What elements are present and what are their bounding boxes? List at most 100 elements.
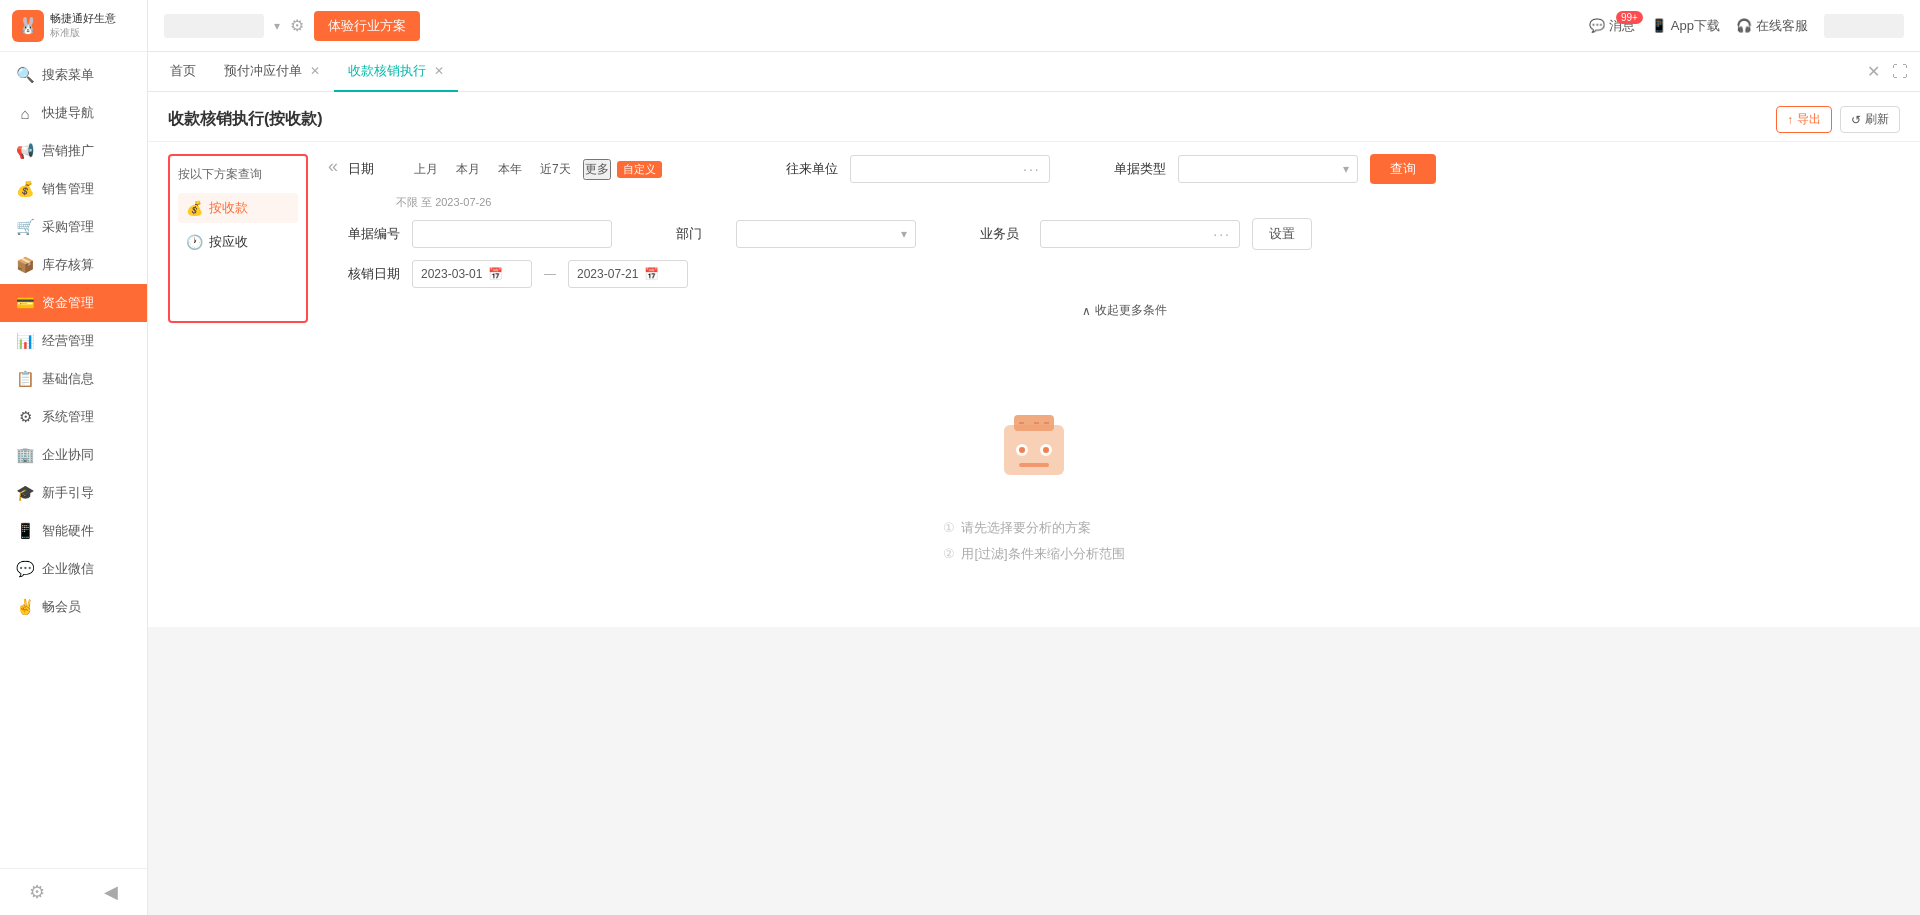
doc-type-label: 单据类型: [1114, 160, 1166, 178]
tabbar: 首页 预付冲应付单 ✕ 收款核销执行 ✕ ✕ ⛶: [148, 52, 1920, 92]
page-title: 收款核销执行(按收款): [168, 109, 323, 130]
logo-text: 畅捷通好生意 标准版: [50, 11, 116, 39]
sidebar-item-guide[interactable]: 🎓 新手引导: [0, 474, 147, 512]
empty-hint-2: ② 用[过滤]条件来缩小分析范围: [943, 541, 1124, 567]
tabbar-actions: ✕ ⛶: [1863, 62, 1912, 81]
date-unlimited-text: 不限 至 2023-07-26: [396, 194, 1900, 210]
logo-icon: 🐰: [12, 10, 44, 42]
member-icon: ✌: [16, 598, 34, 616]
refresh-button[interactable]: ↺ 刷新: [1840, 106, 1900, 133]
topbar-gear-icon[interactable]: ⚙: [290, 16, 304, 35]
sidebar-item-sales[interactable]: 💰 销售管理: [0, 170, 147, 208]
filter-row-1: 日期 上月 本月 本年 近7天 更多 自定义 往来单位 ···: [348, 154, 1900, 184]
doc-no-input[interactable]: [412, 220, 612, 248]
basic-info-icon: 📋: [16, 370, 34, 388]
tab-close-all-icon[interactable]: ✕: [1863, 62, 1884, 81]
tab-expand-icon[interactable]: ⛶: [1888, 63, 1912, 81]
dept-select[interactable]: ▾: [736, 220, 916, 248]
query-button[interactable]: 查询: [1370, 154, 1436, 184]
sidebar-settings-icon[interactable]: ⚙: [21, 877, 53, 907]
verify-date-start-input[interactable]: 2023-03-01 📅: [412, 260, 532, 288]
tab-home[interactable]: 首页: [156, 52, 210, 92]
verify-date-label: 核销日期: [348, 265, 400, 283]
topbar-brand: [164, 14, 264, 38]
filter-row-2: 单据编号 部门 ▾ 业务员 ··· 设置: [348, 218, 1900, 250]
operations-icon: 📊: [16, 332, 34, 350]
date-btn-more[interactable]: 更多: [583, 159, 611, 180]
inventory-icon: 📦: [16, 256, 34, 274]
sidebar-item-basic-info[interactable]: 📋 基础信息: [0, 360, 147, 398]
date-btn-last-month[interactable]: 上月: [408, 159, 444, 180]
empty-hint-1: ① 请先选择要分析的方案: [943, 515, 1124, 541]
sidebar-item-system[interactable]: ⚙ 系统管理: [0, 398, 147, 436]
tab-prepay-close[interactable]: ✕: [310, 65, 320, 77]
partner-dots[interactable]: ···: [1023, 161, 1041, 177]
topbar-right: 💬 消息 99+ 📱 App下载 🎧 在线客服: [1589, 14, 1904, 38]
marketing-icon: 📢: [16, 142, 34, 160]
tab-collect[interactable]: 收款核销执行 ✕: [334, 52, 458, 92]
purchase-icon: 🛒: [16, 218, 34, 236]
setting-button[interactable]: 设置: [1252, 218, 1312, 250]
tab-collect-close[interactable]: ✕: [434, 65, 444, 77]
calendar-end-icon[interactable]: 📅: [644, 267, 659, 281]
filter-form: 日期 上月 本月 本年 近7天 更多 自定义 往来单位 ···: [348, 154, 1900, 323]
staff-dots[interactable]: ···: [1213, 226, 1231, 242]
filter-scheme-by-collect[interactable]: 💰 按收款: [178, 193, 298, 223]
verify-date-end-input[interactable]: 2023-07-21 📅: [568, 260, 688, 288]
sidebar-item-wechat[interactable]: 💬 企业微信: [0, 550, 147, 588]
topbar-user-info[interactable]: [1824, 14, 1904, 38]
topbar-message-button[interactable]: 💬 消息 99+: [1589, 17, 1635, 35]
sidebar-item-quick-nav[interactable]: ⌂ 快捷导航: [0, 94, 147, 132]
system-icon: ⚙: [16, 408, 34, 426]
empty-state: ① 请先选择要分析的方案 ② 用[过滤]条件来缩小分析范围: [148, 335, 1920, 627]
filter-collapse-button[interactable]: «: [328, 156, 338, 177]
filter-setting-column: 设置: [1252, 218, 1312, 250]
date-btn-last-7[interactable]: 近7天: [534, 159, 577, 180]
svg-point-5: [1043, 447, 1049, 453]
sidebar-bottom: ⚙ ◀: [0, 868, 147, 915]
message-badge: 99+: [1616, 11, 1643, 24]
sidebar-item-hardware[interactable]: 📱 智能硬件: [0, 512, 147, 550]
calendar-start-icon[interactable]: 📅: [488, 267, 503, 281]
date-btn-this-month[interactable]: 本月: [450, 159, 486, 180]
dept-chevron: ▾: [901, 227, 907, 241]
sidebar-collapse-icon[interactable]: ◀: [96, 877, 126, 907]
filter-area: 按以下方案查询 💰 按收款 🕐 按应收 « 日期 上月 本: [148, 142, 1920, 335]
dept-label: 部门: [676, 225, 724, 243]
collapse-more-button[interactable]: ∧ 收起更多条件: [348, 298, 1900, 323]
sales-icon: 💰: [16, 180, 34, 198]
topbar-dropdown-arrow[interactable]: ▾: [274, 19, 280, 33]
partner-input[interactable]: ···: [850, 155, 1050, 183]
by-receivable-icon: 🕐: [186, 234, 203, 250]
sidebar-item-marketing[interactable]: 📢 营销推广: [0, 132, 147, 170]
sidebar-item-inventory[interactable]: 📦 库存核算: [0, 246, 147, 284]
topbar-app-download[interactable]: 📱 App下载: [1651, 17, 1720, 35]
filter-scheme-panel: 按以下方案查询 💰 按收款 🕐 按应收: [168, 154, 308, 323]
topbar-online-service[interactable]: 🎧 在线客服: [1736, 17, 1808, 35]
doc-type-select[interactable]: ▾: [1178, 155, 1358, 183]
guide-icon: 🎓: [16, 484, 34, 502]
sidebar-item-purchase[interactable]: 🛒 采购管理: [0, 208, 147, 246]
sidebar-logo: 🐰 畅捷通好生意 标准版: [0, 0, 147, 52]
sidebar-item-capital[interactable]: 💳 资金管理: [0, 284, 147, 322]
date-custom-badge[interactable]: 自定义: [617, 161, 662, 178]
service-icon: 🎧: [1736, 18, 1752, 33]
svg-rect-6: [1019, 463, 1049, 467]
export-button[interactable]: ↑ 导出: [1776, 106, 1832, 133]
sidebar-item-operations[interactable]: 📊 经营管理: [0, 322, 147, 360]
staff-input[interactable]: ···: [1040, 220, 1240, 248]
topbar-industry-button[interactable]: 体验行业方案: [314, 11, 420, 41]
staff-label: 业务员: [980, 225, 1028, 243]
home-icon: ⌂: [16, 105, 34, 122]
tab-prepay[interactable]: 预付冲应付单 ✕: [210, 52, 334, 92]
filter-row-3: 核销日期 2023-03-01 📅 — 2023-07-21 📅: [348, 260, 1900, 288]
sidebar-item-enterprise[interactable]: 🏢 企业协同: [0, 436, 147, 474]
sidebar-item-search[interactable]: 🔍 搜索菜单: [0, 56, 147, 94]
date-btn-this-year[interactable]: 本年: [492, 159, 528, 180]
filter-query-column: 查询: [1370, 154, 1436, 184]
partner-label: 往来单位: [786, 160, 838, 178]
hardware-icon: 📱: [16, 522, 34, 540]
filter-scheme-by-receivable[interactable]: 🕐 按应收: [178, 227, 298, 257]
date-label: 日期: [348, 160, 396, 178]
sidebar-item-member[interactable]: ✌ 畅会员: [0, 588, 147, 626]
